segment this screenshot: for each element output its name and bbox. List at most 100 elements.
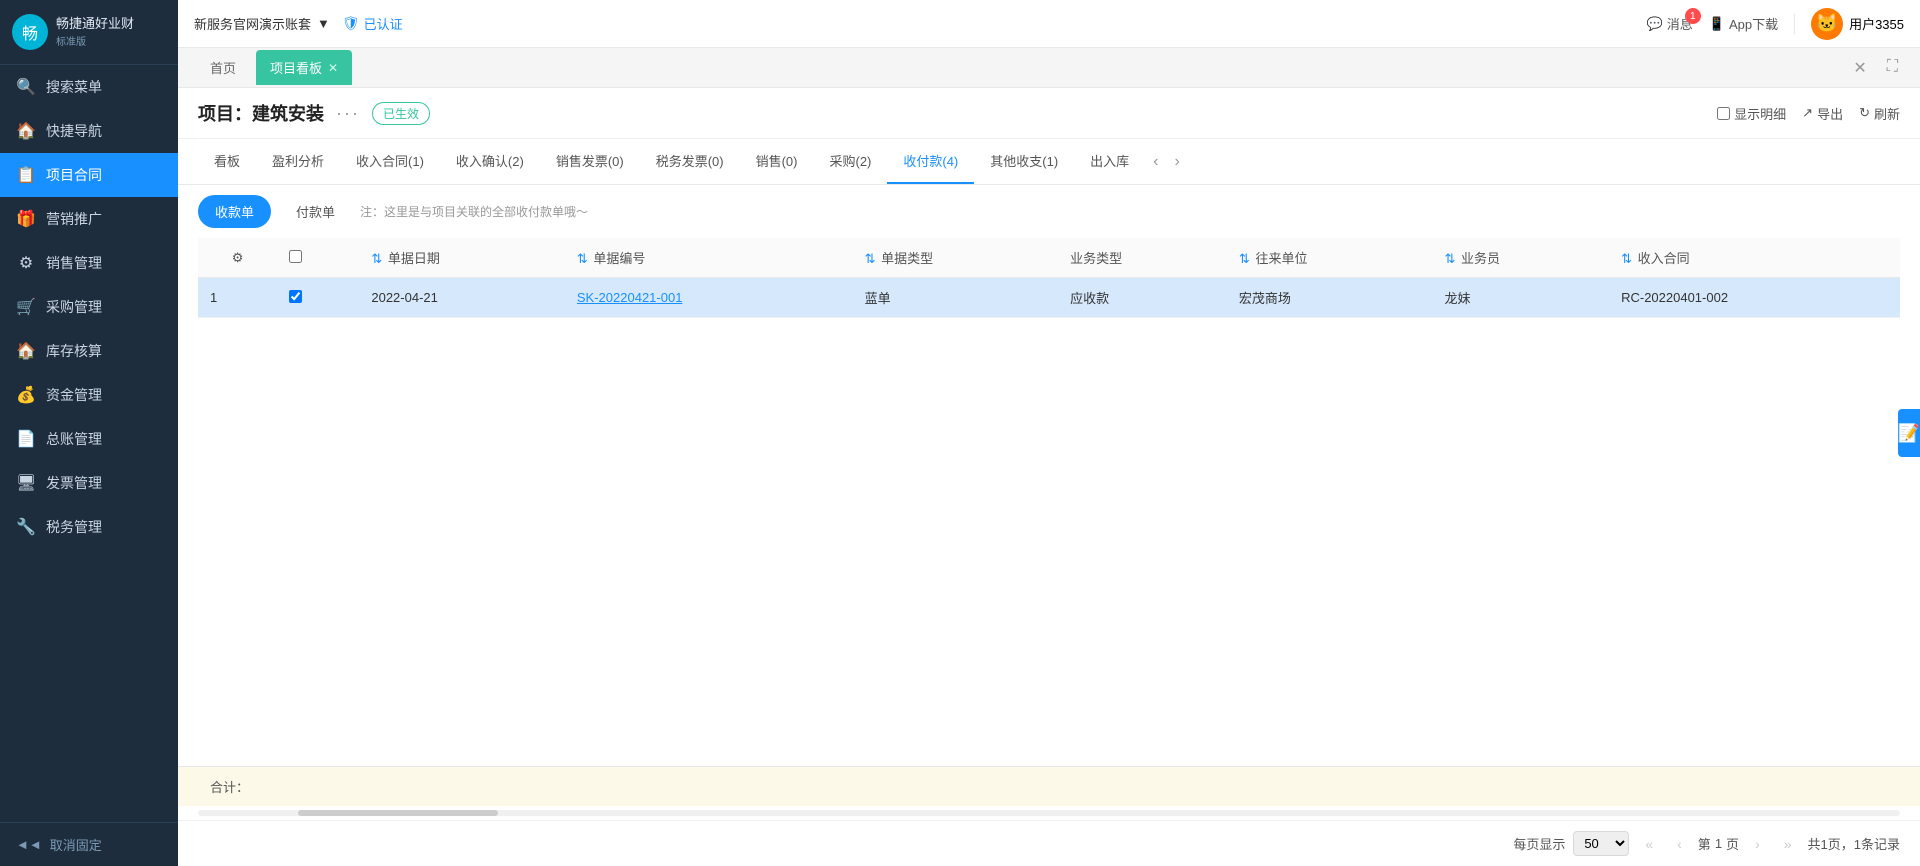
sub-sub-note: 注：这里是与项目关联的全部收付款单哦～ [360, 203, 588, 220]
close-window-btn[interactable]: ✕ [1847, 56, 1872, 80]
page-label: 第 [1698, 834, 1711, 853]
sidebar-item-invoice[interactable]: 🖥 发票管理 [0, 461, 178, 505]
sidebar-item-label: 销售管理 [46, 253, 102, 273]
sub-tab-prev-arrow[interactable]: ‹ [1145, 145, 1166, 179]
sidebar-item-purchase[interactable]: 🛒 采购管理 [0, 285, 178, 329]
show-detail-input[interactable] [1717, 107, 1730, 120]
right-panel-toggle-btn[interactable]: 📝 [1898, 409, 1920, 457]
sub-tab-receipt[interactable]: 收付款(4) [887, 139, 974, 184]
payment-tab-btn[interactable]: 付款单 [279, 195, 352, 228]
unpin-label: 取消固定 [50, 835, 102, 854]
total-row: 合计： [178, 766, 1920, 806]
message-badge: 1 [1685, 8, 1701, 24]
th-type[interactable]: ⇅ 单据类型 [853, 238, 1059, 278]
sort-icon: ⇅ [1444, 251, 1455, 266]
sidebar-item-label: 快捷导航 [46, 121, 102, 141]
first-page-btn[interactable]: « [1637, 832, 1661, 856]
tab-close-icon[interactable]: ✕ [328, 61, 338, 75]
th-income-contract[interactable]: ⇅ 收入合同 [1609, 238, 1900, 278]
export-btn[interactable]: ↗ 导出 [1802, 104, 1843, 123]
avatar: 🐱 [1811, 8, 1843, 40]
sidebar-item-quick-nav[interactable]: 🏠 快捷导航 [0, 109, 178, 153]
sub-tab-purchase[interactable]: 采购(2) [813, 139, 887, 184]
sub-tab-kanban[interactable]: 看板 [198, 139, 256, 184]
sidebar-item-project-contract[interactable]: 📋 项目合同 [0, 153, 178, 197]
invoice-icon: 🖥 [16, 473, 36, 493]
th-number[interactable]: ⇅ 单据编号 [565, 238, 853, 278]
sales-icon: ⚙ [16, 253, 36, 273]
sub-tab-sales[interactable]: 销售(0) [740, 139, 814, 184]
phone-icon: 📱 [1709, 16, 1725, 32]
last-page-btn[interactable]: » [1776, 832, 1800, 856]
sidebar-item-inventory[interactable]: 🏠 库存核算 [0, 329, 178, 373]
tab-project-board[interactable]: 项目看板 ✕ [256, 50, 352, 85]
receipt-tab-btn[interactable]: 收款单 [198, 195, 271, 228]
sort-icon: ⇅ [1239, 251, 1250, 266]
brand-info: 畅捷通好业财 标准版 [56, 16, 134, 48]
sidebar-item-ledger[interactable]: 📄 总账管理 [0, 417, 178, 461]
project-selector[interactable]: 新服务官网演示账套 ▼ [194, 14, 330, 33]
sub-tab-income-confirm[interactable]: 收入确认(2) [440, 139, 540, 184]
show-detail-checkbox[interactable]: 显示明细 [1717, 104, 1786, 123]
home-icon: 🏠 [16, 121, 36, 141]
page-size-select[interactable]: 50 10 20 100 [1573, 831, 1629, 856]
tab-label: 项目看板 [270, 58, 322, 77]
row-partner: 宏茂商场 [1227, 278, 1433, 318]
sub-tab-income-contract[interactable]: 收入合同(1) [340, 139, 440, 184]
next-page-btn[interactable]: › [1747, 832, 1768, 856]
prev-page-btn[interactable]: ‹ [1669, 832, 1690, 856]
edition-label: 标准版 [56, 33, 134, 48]
sidebar-item-label: 营销推广 [46, 209, 102, 229]
refresh-icon: ↻ [1859, 105, 1870, 121]
table-row[interactable]: 1 2022-04-21 SK-20220421-001 蓝单 应收款 宏茂商场 [198, 278, 1900, 318]
sidebar-item-tax[interactable]: 🔧 税务管理 [0, 505, 178, 549]
inventory-icon: 🏠 [16, 341, 36, 361]
user-menu[interactable]: 🐱 用户3355 [1811, 8, 1904, 40]
sidebar-item-search[interactable]: 🔍 搜索菜单 [0, 65, 178, 109]
row-number-link[interactable]: SK-20220421-001 [577, 290, 683, 305]
sidebar-unpin-btn[interactable]: ◄◄ 取消固定 [0, 822, 178, 866]
sub-tab-warehouse[interactable]: 出入库 [1074, 139, 1145, 184]
row-index: 1 [198, 278, 277, 318]
shield-icon: 🛡 [342, 15, 360, 32]
row-number[interactable]: SK-20220421-001 [565, 278, 853, 318]
tax-icon: 🔧 [16, 517, 36, 537]
th-biz-type: 业务类型 [1058, 238, 1227, 278]
project-icon: 📋 [16, 165, 36, 185]
row-checkbox[interactable] [289, 290, 302, 303]
th-date[interactable]: ⇅ 单据日期 [359, 238, 565, 278]
th-gear[interactable]: ⚙ [198, 238, 277, 278]
sidebar-item-finance[interactable]: 💰 资金管理 [0, 373, 178, 417]
sidebar-item-marketing[interactable]: 🎁 营销推广 [0, 197, 178, 241]
tab-home[interactable]: 首页 [194, 50, 252, 85]
maximize-window-btn[interactable]: ⛶ [1881, 56, 1904, 80]
app-logo: 畅 [12, 14, 48, 50]
sub-tab-next-arrow[interactable]: › [1167, 145, 1188, 179]
certified-badge: 🛡 已认证 [342, 14, 403, 33]
settings-icon: ⚙ [232, 250, 244, 265]
scrollbar-thumb[interactable] [298, 810, 498, 816]
sidebar-item-label: 库存核算 [46, 341, 102, 361]
th-checkbox[interactable] [277, 238, 359, 278]
message-btn[interactable]: 💬 消息 1 [1647, 14, 1693, 33]
sub-tab-tax-invoice[interactable]: 税务发票(0) [640, 139, 740, 184]
app-download-btn[interactable]: 📱 App下载 [1709, 14, 1778, 33]
project-more-btn[interactable]: ··· [336, 103, 360, 124]
sidebar-item-label: 总账管理 [46, 429, 102, 449]
sub-tab-sales-invoice[interactable]: 销售发票(0) [540, 139, 640, 184]
sub-tab-profit[interactable]: 盈利分析 [256, 139, 340, 184]
project-selector-label: 新服务官网演示账套 [194, 14, 311, 33]
sort-icon: ⇅ [865, 251, 876, 266]
pin-icon: ◄◄ [16, 837, 42, 852]
sidebar-item-sales[interactable]: ⚙ 销售管理 [0, 241, 178, 285]
row-checkbox-cell[interactable] [277, 278, 359, 318]
th-salesperson[interactable]: ⇅ 业务员 [1432, 238, 1609, 278]
select-all-checkbox[interactable] [289, 250, 302, 263]
row-type: 蓝单 [853, 278, 1059, 318]
scrollbar-row [178, 806, 1920, 820]
row-biz-type: 应收款 [1058, 278, 1227, 318]
sub-tab-other-expense[interactable]: 其他收支(1) [974, 139, 1074, 184]
refresh-btn[interactable]: ↻ 刷新 [1859, 104, 1900, 123]
th-partner[interactable]: ⇅ 往来单位 [1227, 238, 1433, 278]
sidebar-item-label: 税务管理 [46, 517, 102, 537]
